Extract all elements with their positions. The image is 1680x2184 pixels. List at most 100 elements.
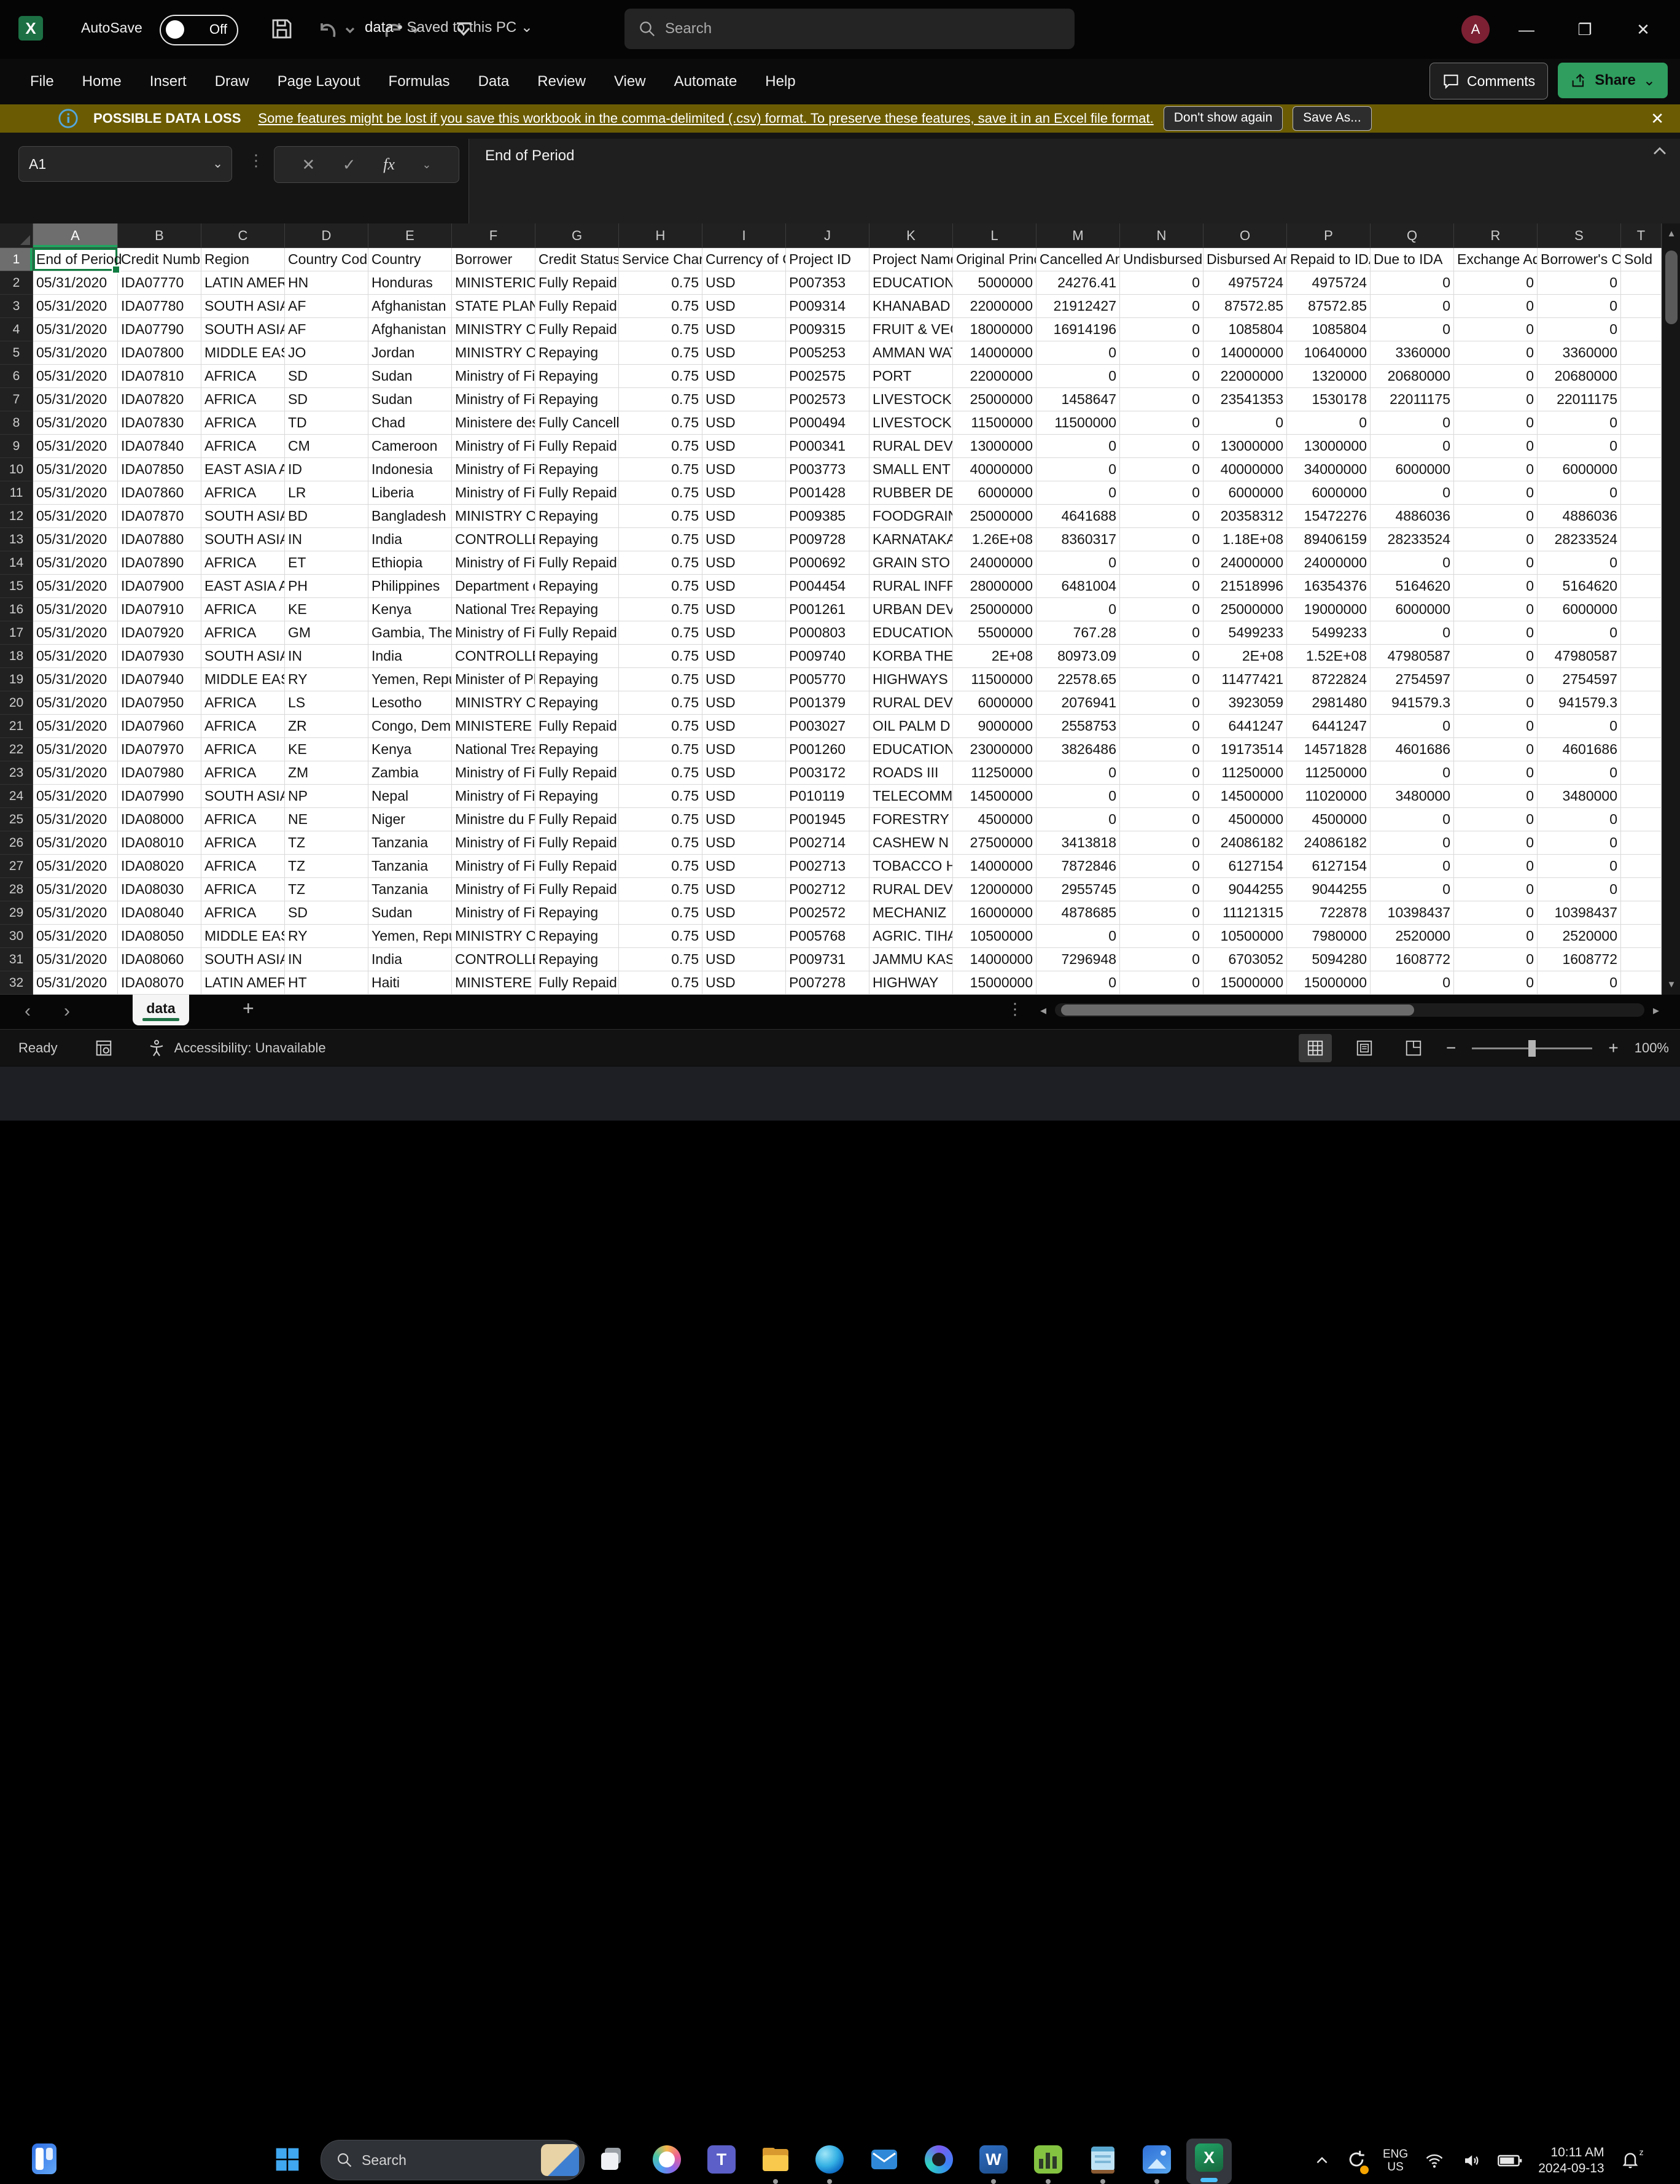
cell-F31[interactable]: CONTROLLER OF AID ACCOUNTS & AUDIT — [452, 948, 535, 971]
row-header-25[interactable]: 25 — [0, 808, 33, 831]
cell-K16[interactable]: URBAN DEV — [869, 598, 953, 621]
cell-A19[interactable]: 05/31/2020 — [33, 668, 118, 691]
cell-L32[interactable]: 15000000 — [953, 971, 1036, 995]
scroll-left-icon[interactable]: ◂ — [1040, 1003, 1046, 1018]
cell-H7[interactable]: 0.75 — [619, 388, 702, 411]
cell-O4[interactable]: 1085804 — [1204, 318, 1287, 341]
cell-Q3[interactable]: 0 — [1371, 295, 1454, 318]
cell-P7[interactable]: 1530178 — [1287, 388, 1371, 411]
name-box[interactable]: A1 ⌄ — [18, 146, 232, 182]
cell-A32[interactable]: 05/31/2020 — [33, 971, 118, 995]
cell-B24[interactable]: IDA07990 — [118, 785, 201, 808]
cell-K3[interactable]: KHANABAD — [869, 295, 953, 318]
cell-K10[interactable]: SMALL ENT — [869, 458, 953, 481]
cell-C5[interactable]: MIDDLE EAST AND NORTH AFRICA — [201, 341, 285, 365]
row-header-2[interactable]: 2 — [0, 271, 33, 295]
cell-C25[interactable]: AFRICA — [201, 808, 285, 831]
cell-P20[interactable]: 2981480 — [1287, 691, 1371, 715]
cell-Q16[interactable]: 6000000 — [1371, 598, 1454, 621]
cell-G12[interactable]: Repaying — [535, 505, 619, 528]
cell-N6[interactable]: 0 — [1120, 365, 1204, 388]
cell-T28[interactable] — [1621, 878, 1662, 901]
cell-F15[interactable]: Department of Finance — [452, 575, 535, 598]
collapse-formula-bar-icon[interactable] — [1651, 144, 1669, 158]
cell-C2[interactable]: LATIN AMERICA AND CARIBBEAN — [201, 271, 285, 295]
cell-T24[interactable] — [1621, 785, 1662, 808]
cell-C21[interactable]: AFRICA — [201, 715, 285, 738]
cell-C12[interactable]: SOUTH ASIA — [201, 505, 285, 528]
cell-S8[interactable]: 0 — [1538, 411, 1621, 435]
cell-C13[interactable]: SOUTH ASIA — [201, 528, 285, 551]
share-button[interactable]: Share ⌄ — [1558, 63, 1668, 98]
cell-I1[interactable]: Currency of Commitment — [702, 248, 786, 271]
titlebar-search-box[interactable]: Search — [624, 9, 1075, 49]
cell-A5[interactable]: 05/31/2020 — [33, 341, 118, 365]
cell-L9[interactable]: 13000000 — [953, 435, 1036, 458]
cell-P23[interactable]: 11250000 — [1287, 761, 1371, 785]
cell-D29[interactable]: SD — [285, 901, 368, 925]
cell-M32[interactable]: 0 — [1036, 971, 1120, 995]
cell-S17[interactable]: 0 — [1538, 621, 1621, 645]
cell-B11[interactable]: IDA07860 — [118, 481, 201, 505]
cell-C15[interactable]: EAST ASIA AND PACIFIC — [201, 575, 285, 598]
cell-N30[interactable]: 0 — [1120, 925, 1204, 948]
zoom-in-button[interactable]: + — [1608, 1038, 1618, 1058]
cell-C26[interactable]: AFRICA — [201, 831, 285, 855]
tab-formulas[interactable]: Formulas — [375, 73, 464, 90]
cell-D30[interactable]: RY — [285, 925, 368, 948]
cell-C7[interactable]: AFRICA — [201, 388, 285, 411]
tab-draw[interactable]: Draw — [201, 73, 263, 90]
cell-I14[interactable]: USD — [702, 551, 786, 575]
cell-B19[interactable]: IDA07940 — [118, 668, 201, 691]
column-header-J[interactable]: J — [786, 223, 869, 248]
cell-R13[interactable]: 0 — [1454, 528, 1538, 551]
cell-B15[interactable]: IDA07900 — [118, 575, 201, 598]
cell-T14[interactable] — [1621, 551, 1662, 575]
fx-chevron-icon[interactable]: ⌄ — [422, 158, 431, 171]
cell-T3[interactable] — [1621, 295, 1662, 318]
cell-O7[interactable]: 23541353 — [1204, 388, 1287, 411]
cell-Q15[interactable]: 5164620 — [1371, 575, 1454, 598]
cell-D2[interactable]: HN — [285, 271, 368, 295]
cancel-entry-icon[interactable]: ✕ — [302, 155, 316, 174]
cell-S2[interactable]: 0 — [1538, 271, 1621, 295]
cell-D23[interactable]: ZM — [285, 761, 368, 785]
cell-B4[interactable]: IDA07790 — [118, 318, 201, 341]
cell-B13[interactable]: IDA07880 — [118, 528, 201, 551]
account-avatar[interactable]: A — [1461, 15, 1490, 44]
cell-L29[interactable]: 16000000 — [953, 901, 1036, 925]
cell-I20[interactable]: USD — [702, 691, 786, 715]
cell-A12[interactable]: 05/31/2020 — [33, 505, 118, 528]
cell-E14[interactable]: Ethiopia — [368, 551, 452, 575]
update-sync-icon[interactable] — [1346, 2149, 1367, 2173]
cell-C9[interactable]: AFRICA — [201, 435, 285, 458]
cell-R16[interactable]: 0 — [1454, 598, 1538, 621]
save-icon[interactable] — [269, 16, 295, 42]
cell-Q28[interactable]: 0 — [1371, 878, 1454, 901]
cell-P22[interactable]: 14571828 — [1287, 738, 1371, 761]
scroll-right-icon[interactable]: ▸ — [1653, 1003, 1659, 1018]
cell-E23[interactable]: Zambia — [368, 761, 452, 785]
widgets-icon[interactable] — [32, 2143, 56, 2174]
cell-E20[interactable]: Lesotho — [368, 691, 452, 715]
cell-I19[interactable]: USD — [702, 668, 786, 691]
cell-O8[interactable]: 0 — [1204, 411, 1287, 435]
task-view-icon[interactable] — [599, 2145, 627, 2174]
cell-D4[interactable]: AF — [285, 318, 368, 341]
scroll-up-icon[interactable]: ▲ — [1662, 228, 1680, 239]
cell-D1[interactable]: Country Code — [285, 248, 368, 271]
cell-O31[interactable]: 6703052 — [1204, 948, 1287, 971]
cell-S7[interactable]: 22011175 — [1538, 388, 1621, 411]
row-header-27[interactable]: 27 — [0, 855, 33, 878]
chart-app-icon[interactable] — [1034, 2145, 1062, 2174]
cell-A30[interactable]: 05/31/2020 — [33, 925, 118, 948]
cell-C1[interactable]: Region — [201, 248, 285, 271]
cell-Q13[interactable]: 28233524 — [1371, 528, 1454, 551]
cell-B3[interactable]: IDA07780 — [118, 295, 201, 318]
cell-I21[interactable]: USD — [702, 715, 786, 738]
cell-D20[interactable]: LS — [285, 691, 368, 715]
cell-Q4[interactable]: 0 — [1371, 318, 1454, 341]
cell-P6[interactable]: 1320000 — [1287, 365, 1371, 388]
cell-F21[interactable]: MINISTERE DES FINANCES — [452, 715, 535, 738]
cell-H25[interactable]: 0.75 — [619, 808, 702, 831]
